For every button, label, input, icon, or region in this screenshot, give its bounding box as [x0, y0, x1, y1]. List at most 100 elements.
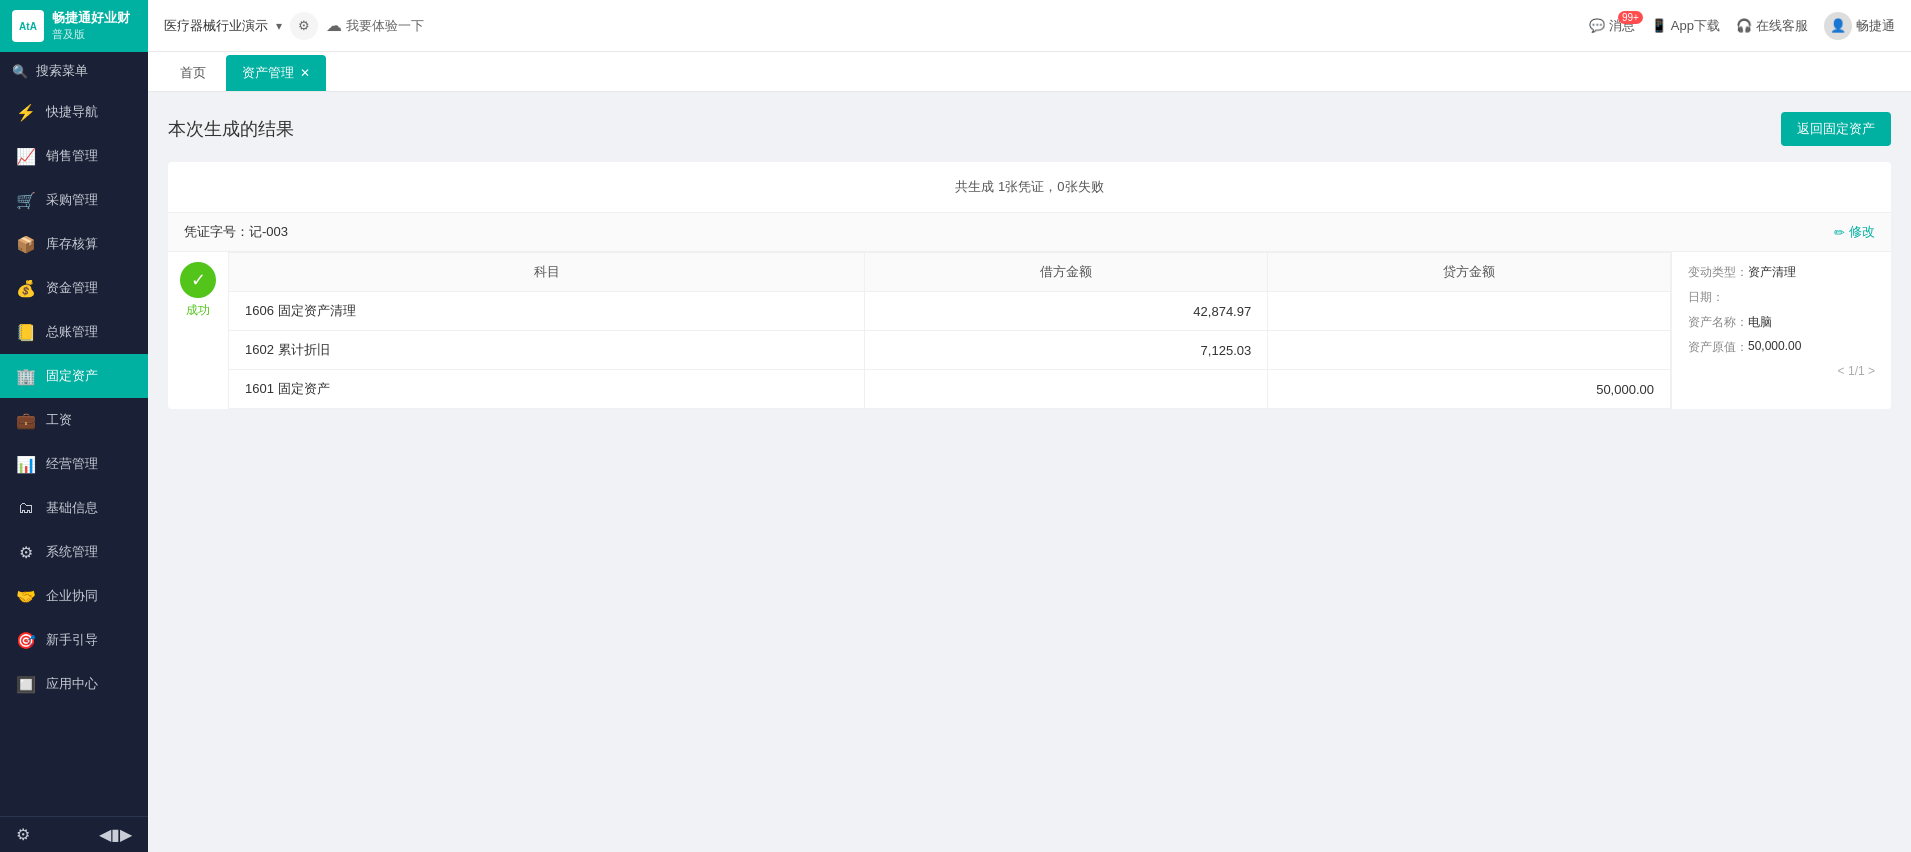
- search-icon: 🔍: [12, 64, 28, 79]
- sidebar-scroll: 🔍 搜索菜单 ⚡ 快捷导航 📈 销售管理 🛒 采购管理 📦 库存核算 💰 资金管…: [0, 52, 148, 816]
- guide-icon: 🎯: [16, 630, 36, 650]
- home-tab-label: 首页: [180, 64, 206, 82]
- success-label: 成功: [178, 302, 218, 319]
- detail-pagination[interactable]: < 1/1 >: [1688, 364, 1875, 378]
- sidebar-item-app-center[interactable]: 🔲 应用中心: [0, 662, 148, 706]
- subject-cell: 1601 固定资产: [229, 370, 865, 409]
- debit-cell: [865, 370, 1268, 409]
- col-debit: 借方金额: [865, 253, 1268, 292]
- subject-cell: 1602 累计折旧: [229, 331, 865, 370]
- sidebar-search-label: 搜索菜单: [36, 62, 88, 80]
- sidebar-item-system[interactable]: ⚙ 系统管理: [0, 530, 148, 574]
- detail-asset-name-row: 资产名称： 电脑: [1688, 314, 1875, 331]
- sidebar-item-guide[interactable]: 🎯 新手引导: [0, 618, 148, 662]
- operations-icon: 📊: [16, 454, 36, 474]
- tab-asset-manage[interactable]: 资产管理 ✕: [226, 55, 326, 91]
- voucher-header: 凭证字号：记-003 ✏ 修改: [168, 213, 1891, 252]
- sidebar-search[interactable]: 🔍 搜索菜单: [0, 52, 148, 90]
- purchase-icon: 🛒: [16, 190, 36, 210]
- sidebar-item-label: 经营管理: [46, 455, 98, 473]
- voucher-table: 科目 借方金额 贷方金额 1606 固定资产清理 42,874.97 1602 …: [228, 252, 1671, 409]
- tab-close-icon[interactable]: ✕: [300, 66, 310, 80]
- topbar-gear-button[interactable]: ⚙: [290, 12, 318, 40]
- basic-info-icon: 🗂: [16, 498, 36, 518]
- col-subject: 科目: [229, 253, 865, 292]
- ledger-icon: 📒: [16, 322, 36, 342]
- success-cell: ✓ 成功: [168, 252, 228, 409]
- sidebar-item-label: 工资: [46, 411, 72, 429]
- app-download-icon: 📱: [1651, 18, 1667, 33]
- debit-cell: 42,874.97: [865, 292, 1268, 331]
- user-menu[interactable]: 👤 畅捷通: [1824, 12, 1895, 40]
- sidebar-item-label: 基础信息: [46, 499, 98, 517]
- detail-change-type-row: 变动类型： 资产清理: [1688, 264, 1875, 281]
- sales-icon: 📈: [16, 146, 36, 166]
- tabs-bar: 首页 资产管理 ✕: [148, 52, 1911, 92]
- page-header: 本次生成的结果 返回固定资产: [168, 112, 1891, 146]
- tab-home[interactable]: 首页: [164, 55, 222, 91]
- fixed-assets-icon: 🏢: [16, 366, 36, 386]
- main-area: 医疗器械行业演示 ▾ ⚙ ☁ 我要体验一下 💬 消息 99+ 📱 App下载 🎧…: [148, 0, 1911, 852]
- credit-cell: [1268, 292, 1671, 331]
- sidebar-item-label: 快捷导航: [46, 103, 98, 121]
- table-row: 1602 累计折旧 7,125.03: [229, 331, 1671, 370]
- topbar-left: 医疗器械行业演示 ▾ ⚙ ☁ 我要体验一下: [164, 12, 424, 40]
- company-dropdown-icon[interactable]: ▾: [276, 19, 282, 33]
- sidebar-item-finance[interactable]: 💰 资金管理: [0, 266, 148, 310]
- sidebar-item-enterprise[interactable]: 🤝 企业协同: [0, 574, 148, 618]
- edit-voucher-button[interactable]: ✏ 修改: [1834, 223, 1875, 241]
- sidebar-item-ledger[interactable]: 📒 总账管理: [0, 310, 148, 354]
- user-name: 畅捷通: [1856, 17, 1895, 35]
- headset-icon: 🎧: [1736, 18, 1752, 33]
- sidebar-item-purchase[interactable]: 🛒 采购管理: [0, 178, 148, 222]
- sidebar-item-label: 系统管理: [46, 543, 98, 561]
- topbar: 医疗器械行业演示 ▾ ⚙ ☁ 我要体验一下 💬 消息 99+ 📱 App下载 🎧…: [148, 0, 1911, 52]
- app-center-icon: 🔲: [16, 674, 36, 694]
- credit-cell: 50,000.00: [1268, 370, 1671, 409]
- voucher-content: ✓ 成功 科目 借方金额 贷方金额: [168, 252, 1891, 409]
- result-card: 共生成 1张凭证，0张失败 凭证字号：记-003 ✏ 修改 ✓ 成功: [168, 162, 1891, 409]
- inventory-icon: 📦: [16, 234, 36, 254]
- sidebar-item-sales[interactable]: 📈 销售管理: [0, 134, 148, 178]
- col-credit: 贷方金额: [1268, 253, 1671, 292]
- sidebar-item-basic-info[interactable]: 🗂 基础信息: [0, 486, 148, 530]
- system-icon: ⚙: [16, 542, 36, 562]
- feedback-button[interactable]: ☁ 我要体验一下: [326, 16, 424, 35]
- payroll-icon: 💼: [16, 410, 36, 430]
- voucher-number: 凭证字号：记-003: [184, 223, 288, 241]
- debit-cell: 7,125.03: [865, 331, 1268, 370]
- result-summary: 共生成 1张凭证，0张失败: [168, 162, 1891, 213]
- app-logo: AtA: [12, 10, 44, 42]
- sidebar-item-label: 销售管理: [46, 147, 98, 165]
- online-service-button[interactable]: 🎧 在线客服: [1736, 17, 1808, 35]
- subject-cell: 1606 固定资产清理: [229, 292, 865, 331]
- edit-icon: ✏: [1834, 225, 1845, 240]
- sidebar-item-label: 新手引导: [46, 631, 98, 649]
- edit-label: 修改: [1849, 223, 1875, 241]
- pagination-next-icon[interactable]: >: [1868, 364, 1875, 378]
- sidebar-item-label: 总账管理: [46, 323, 98, 341]
- asset-value-label: 资产原值：: [1688, 339, 1748, 356]
- detail-asset-value-row: 资产原值： 50,000.00: [1688, 339, 1875, 356]
- change-type-label: 变动类型：: [1688, 264, 1748, 281]
- asset-tab-label: 资产管理: [242, 64, 294, 82]
- sidebar-item-inventory[interactable]: 📦 库存核算: [0, 222, 148, 266]
- message-button[interactable]: 💬 消息 99+: [1589, 17, 1635, 35]
- settings-icon[interactable]: ⚙: [16, 825, 30, 844]
- sidebar-item-label: 企业协同: [46, 587, 98, 605]
- sidebar-item-quick-nav[interactable]: ⚡ 快捷导航: [0, 90, 148, 134]
- app-download-button[interactable]: 📱 App下载: [1651, 17, 1720, 35]
- pagination-prev-icon[interactable]: <: [1838, 364, 1845, 378]
- sidebar-item-payroll[interactable]: 💼 工资: [0, 398, 148, 442]
- page-title: 本次生成的结果: [168, 117, 294, 141]
- success-icon: ✓: [180, 262, 216, 298]
- back-to-fixed-assets-button[interactable]: 返回固定资产: [1781, 112, 1891, 146]
- enterprise-icon: 🤝: [16, 586, 36, 606]
- app-download-label: App下载: [1671, 17, 1720, 35]
- sidebar-item-operations[interactable]: 📊 经营管理: [0, 442, 148, 486]
- sidebar-item-label: 固定资产: [46, 367, 98, 385]
- sidebar-item-fixed-assets[interactable]: 🏢 固定资产: [0, 354, 148, 398]
- table-row: 1601 固定资产 50,000.00: [229, 370, 1671, 409]
- toggle-sidebar-icon[interactable]: ◀▮▶: [99, 825, 132, 844]
- asset-value-value: 50,000.00: [1748, 339, 1801, 356]
